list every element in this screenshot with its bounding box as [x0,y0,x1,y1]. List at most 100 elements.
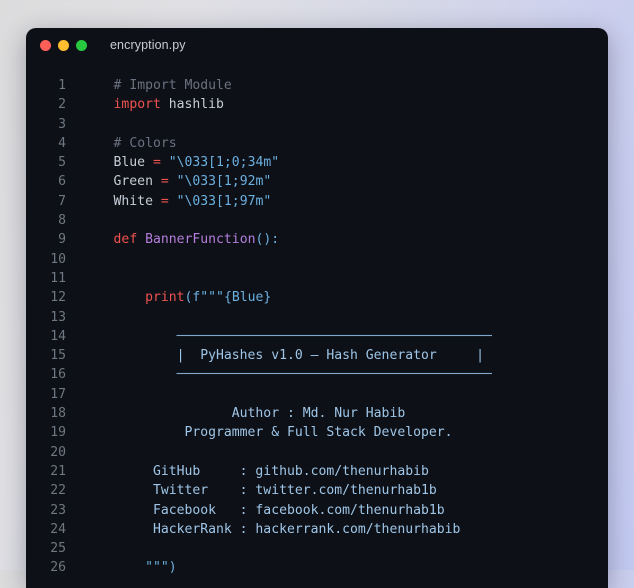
line-number: 4 [58,135,66,151]
code-line[interactable]: 25 [26,539,608,558]
code-line-text: Programmer & Full Stack Developer. [82,423,453,442]
code-line-text: Blue = "\033[1;0;34m" [82,153,280,172]
code-line[interactable]: 2 import hashlib [26,95,608,114]
line-number: 26 [50,560,66,576]
code-line-text: Author : Md. Nur Habib [82,404,405,423]
code-line[interactable]: 17 [26,385,608,404]
code-line[interactable]: 8 [26,211,608,230]
code-line[interactable]: 7 White = "\033[1;97m" [26,192,608,211]
code-token: Blue [82,155,153,171]
line-number: 19 [50,425,66,441]
code-line-text: print(f"""{Blue} [82,288,271,307]
line-number: 2 [58,97,66,113]
line-number: 6 [58,174,66,190]
window-titlebar: encryption.py [26,28,608,62]
code-line-text: Twitter : twitter.com/thenurhab1b [82,481,437,500]
line-number: 9 [58,232,66,248]
code-token: BannerFunction [145,232,256,248]
code-line[interactable]: 10 [26,250,608,269]
code-line-text: def BannerFunction(): [82,230,280,249]
code-token: = [160,174,169,190]
code-token: Twitter : twitter.com/thenurhab1b [82,483,437,499]
code-token: GitHub : github.com/thenurhabib [82,463,429,479]
code-content[interactable]: 1 # Import Module 2 import hashlib 3 4 # Co… [26,62,608,578]
close-button[interactable] [40,39,51,51]
code-line[interactable]: 4 # Colors [26,134,608,153]
line-number: 17 [50,386,66,402]
code-line[interactable]: 9 def BannerFunction(): [26,230,608,249]
code-line[interactable]: 12 print(f"""{Blue} [26,288,608,307]
line-number: 10 [50,251,66,267]
code-token: Author : Md. Nur Habib [82,406,406,422]
line-number: 12 [50,290,66,306]
code-line-text: """) [82,558,177,577]
line-number: 1 [58,78,66,93]
code-token: f""" [192,290,224,306]
code-line[interactable]: 21 GitHub : github.com/thenurhabib [26,462,608,481]
window-title: encryption.py [110,38,186,52]
code-token: {Blue} [223,290,272,306]
window-controls [40,39,87,51]
maximize-button[interactable] [76,39,87,51]
line-number: 5 [58,155,66,171]
line-number: 21 [50,463,66,479]
code-token: # Colors [113,135,177,151]
code-line[interactable]: 16 ─────────────────────────────────────… [26,365,608,384]
code-line[interactable]: 5 Blue = "\033[1;0;34m" [26,153,608,172]
line-number: 8 [58,213,66,229]
line-number: 22 [50,483,66,499]
code-line[interactable]: 23 Facebook : facebook.com/thenurhab1b [26,501,608,520]
line-number: 15 [50,348,66,364]
code-token: | PyHashes v1.0 – Hash Generator | [82,348,485,364]
code-token: ──────────────────────────────────────── [82,328,492,344]
code-line-text: import hashlib [82,95,224,114]
minimize-button[interactable] [58,39,69,51]
code-line-text: Facebook : facebook.com/thenurhab1b [82,501,445,520]
code-line[interactable]: 15 | PyHashes v1.0 – Hash Generator | [26,346,608,365]
code-token: "\033[1;0;34m" [168,155,280,171]
code-line[interactable]: 24 HackerRank : hackerrank.com/thenurhab… [26,520,608,539]
code-line[interactable]: 18 Author : Md. Nur Habib [26,404,608,423]
code-token: Programmer & Full Stack Developer. [82,425,453,441]
line-number: 7 [58,193,66,209]
code-line-text: | PyHashes v1.0 – Hash Generator | [82,346,484,365]
code-line-text: ──────────────────────────────────────── [82,327,492,346]
code-line[interactable]: 19 Programmer & Full Stack Developer. [26,423,608,442]
code-line[interactable]: 11 [26,269,608,288]
code-line[interactable]: 1 # Import Module [26,76,608,95]
code-line[interactable]: 3 [26,115,608,134]
code-token: def [113,232,138,248]
line-number: 13 [50,309,66,325]
line-number: 25 [50,541,66,557]
code-line[interactable]: 20 [26,443,608,462]
code-line-text: GitHub : github.com/thenurhabib [82,462,429,481]
code-token: Facebook : facebook.com/thenurhab1b [82,502,445,518]
line-number: 20 [50,444,66,460]
code-token: # Import Module [113,78,232,93]
code-line-text: Green = "\033[1;92m" [82,172,272,191]
code-line-text: HackerRank : hackerrank.com/thenurhabib [82,520,460,539]
code-token: Green [82,174,161,190]
code-line[interactable]: 6 Green = "\033[1;92m" [26,172,608,191]
code-token: hashlib [160,97,224,113]
line-number: 23 [50,502,66,518]
line-number: 11 [50,270,66,286]
line-number: 16 [50,367,66,383]
code-line[interactable]: 26 """) [26,558,608,577]
code-token: White [82,193,161,209]
code-token: HackerRank : hackerrank.com/thenurhabib [82,521,461,537]
code-line-text: White = "\033[1;97m" [82,192,272,211]
code-line-text: # Colors [82,134,177,153]
code-line[interactable]: 22 Twitter : twitter.com/thenurhab1b [26,481,608,500]
code-line[interactable]: 13 [26,308,608,327]
code-token: ) [168,560,177,576]
code-token: ──────────────────────────────────────── [82,367,492,383]
code-line[interactable]: 14 ─────────────────────────────────────… [26,327,608,346]
